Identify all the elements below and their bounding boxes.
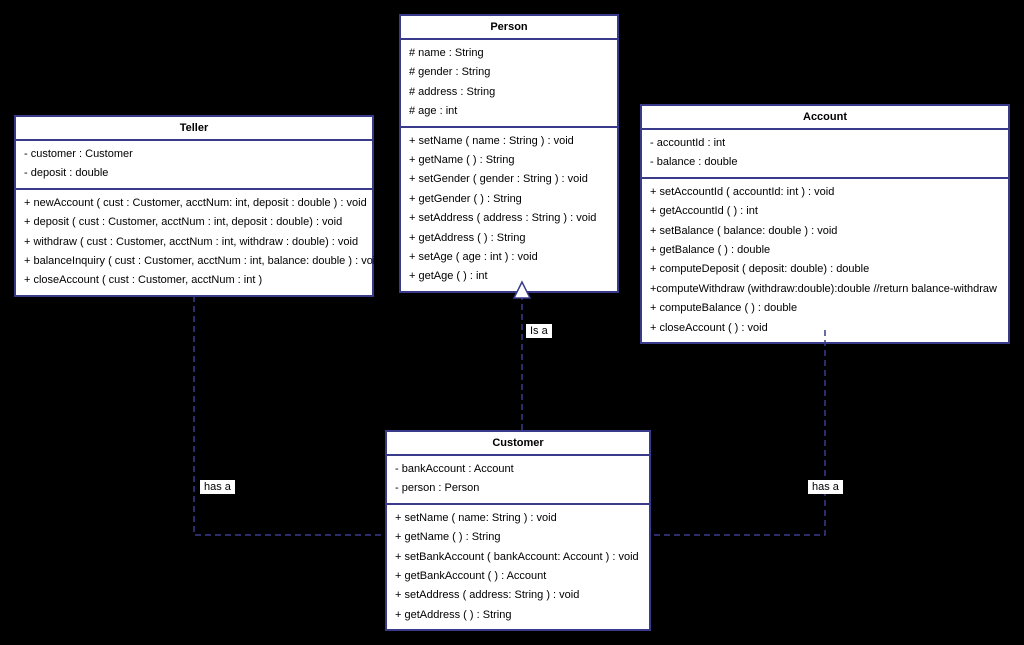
method: + getName ( ) : String (409, 151, 609, 170)
method: + computeBalance ( ) : double (650, 299, 1000, 318)
method: + setAddress ( address : String ) : void (409, 209, 609, 228)
method: + getBankAccount ( ) : Account (395, 567, 641, 586)
relation-label-has-a-teller: has a (200, 480, 235, 494)
method: + getAddress ( ) : String (409, 229, 609, 248)
attributes-section: # name : String # gender : String # addr… (401, 40, 617, 128)
methods-section: + setName ( name: String ) : void + getN… (387, 505, 649, 629)
class-title: Teller (16, 117, 372, 141)
attribute: - person : Person (395, 479, 641, 498)
method: + setName ( name: String ) : void (395, 509, 641, 528)
class-person: Person # name : String # gender : String… (399, 14, 619, 293)
method: + setBankAccount ( bankAccount: Account … (395, 548, 641, 567)
relation-person-customer (514, 282, 530, 430)
method: + getAddress ( ) : String (395, 606, 641, 625)
method: + setBalance ( balance: double ) : void (650, 222, 1000, 241)
attributes-section: - accountId : int - balance : double (642, 130, 1008, 179)
attribute: - deposit : double (24, 164, 364, 183)
attribute: # gender : String (409, 63, 609, 82)
method: + withdraw ( cust : Customer, acctNum : … (24, 233, 364, 252)
methods-section: + newAccount ( cust : Customer, acctNum:… (16, 190, 372, 295)
method: +computeWithdraw (withdraw:double):doubl… (650, 280, 1000, 299)
method: + setAccountId ( accountId: int ) : void (650, 183, 1000, 202)
attribute: # age : int (409, 102, 609, 121)
method: + getName ( ) : String (395, 528, 641, 547)
relation-teller-customer (194, 296, 385, 535)
class-teller: Teller - customer : Customer - deposit :… (14, 115, 374, 297)
method: + setAge ( age : int ) : void (409, 248, 609, 267)
attribute: - bankAccount : Account (395, 460, 641, 479)
attributes-section: - customer : Customer - deposit : double (16, 141, 372, 190)
attribute: # name : String (409, 44, 609, 63)
method: + setAddress ( address: String ) : void (395, 586, 641, 605)
class-account: Account - accountId : int - balance : do… (640, 104, 1010, 344)
method: + setName ( name : String ) : void (409, 132, 609, 151)
attributes-section: - bankAccount : Account - person : Perso… (387, 456, 649, 505)
method: + balanceInquiry ( cust : Customer, acct… (24, 252, 364, 271)
class-customer: Customer - bankAccount : Account - perso… (385, 430, 651, 631)
method: + getGender ( ) : String (409, 190, 609, 209)
relation-label-is-a: Is a (526, 324, 552, 338)
attribute: - accountId : int (650, 134, 1000, 153)
method: + newAccount ( cust : Customer, acctNum:… (24, 194, 364, 213)
method: + getAccountId ( ) : int (650, 202, 1000, 221)
class-title: Person (401, 16, 617, 40)
method: + getBalance ( ) : double (650, 241, 1000, 260)
method: + computeDeposit ( deposit: double) : do… (650, 260, 1000, 279)
class-title: Account (642, 106, 1008, 130)
method: + closeAccount ( ) : void (650, 319, 1000, 338)
method: + setGender ( gender : String ) : void (409, 170, 609, 189)
attribute: # address : String (409, 83, 609, 102)
method: + closeAccount ( cust : Customer, acctNu… (24, 271, 364, 290)
attribute: - balance : double (650, 153, 1000, 172)
relation-label-has-a-account: has a (808, 480, 843, 494)
class-title: Customer (387, 432, 649, 456)
relation-account-customer (651, 330, 825, 535)
attribute: - customer : Customer (24, 145, 364, 164)
method: + getAge ( ) : int (409, 267, 609, 286)
methods-section: + setName ( name : String ) : void + get… (401, 128, 617, 291)
method: + deposit ( cust : Customer, acctNum : i… (24, 213, 364, 232)
methods-section: + setAccountId ( accountId: int ) : void… (642, 179, 1008, 342)
